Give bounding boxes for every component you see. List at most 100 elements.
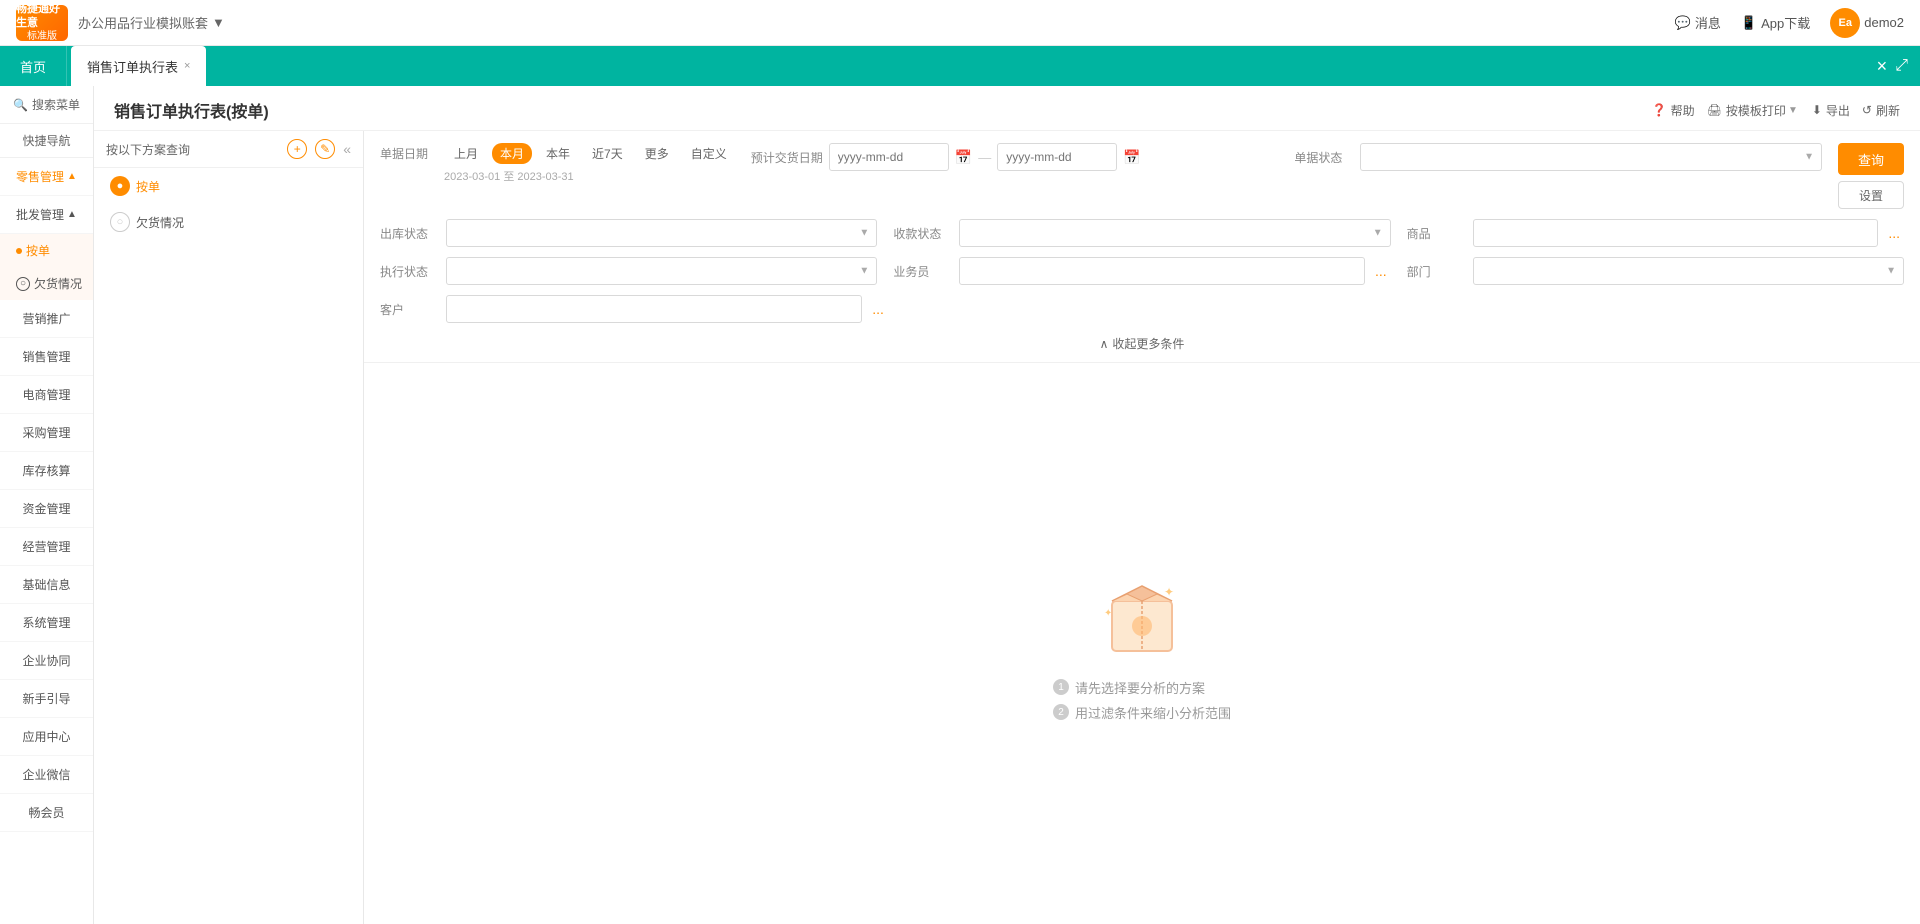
sidebar-item-purchase[interactable]: 采购管理: [0, 414, 93, 452]
tab-close-icon[interactable]: ×: [184, 60, 190, 72]
collapse-left-panel-button[interactable]: «: [343, 141, 351, 157]
active-scheme-dot: ●: [110, 176, 130, 196]
date-btn-more[interactable]: 更多: [637, 143, 677, 164]
sidebar-item-appstore[interactable]: 应用中心: [0, 718, 93, 756]
empty-hint-1: 1 请先选择要分析的方案: [1053, 678, 1231, 697]
empty-state: ✦ ✦ 1 请先选择要分析的方案 2 用过滤条件来缩小分析范围: [1053, 566, 1231, 722]
date-btn-custom[interactable]: 自定义: [683, 143, 735, 164]
user-profile[interactable]: Ea demo2: [1830, 8, 1904, 38]
sidebar: 🔍 搜索菜单 快捷导航 零售管理 ▲ 批发管理 ▲ 按单 ○ 欠货情况 营: [0, 86, 94, 924]
goods-input[interactable]: [1473, 219, 1879, 247]
sidebar-item-sales[interactable]: 销售管理: [0, 338, 93, 376]
filter-row-1: 单据日期 上月 本月 本年 近7天 更多 自定义 2023-03-01 至 20…: [380, 143, 1904, 209]
filter-row-4: 客户 ...: [380, 295, 1904, 323]
filter-row-3: 执行状态 ▼ 业务员 ... 部门: [380, 257, 1904, 285]
dept-select[interactable]: [1473, 257, 1904, 285]
refresh-button[interactable]: ↺ 刷新: [1862, 102, 1900, 119]
sidebar-quick-nav[interactable]: 快捷导航: [0, 124, 93, 158]
left-panel-header-label: 按以下方案查询: [106, 141, 190, 158]
sidebar-item-ecommerce[interactable]: 电商管理: [0, 376, 93, 414]
sidebar-item-wechat-label: 企业微信: [22, 766, 70, 783]
settings-button[interactable]: 设置: [1838, 181, 1904, 209]
tab-sales-order-label: 销售订单执行表: [87, 57, 178, 76]
expected-date-group: 预计交货日期 📅 — 📅: [751, 143, 1279, 171]
window-close-button[interactable]: ×: [1877, 56, 1888, 77]
add-scheme-button[interactable]: +: [287, 139, 307, 159]
app-logo: 畅捷通好生意 标准版: [16, 5, 68, 41]
sidebar-item-operation[interactable]: 经营管理: [0, 528, 93, 566]
status-select-wrapper: ▼: [1360, 143, 1822, 171]
left-panel-item-debt[interactable]: ○ 欠货情况: [94, 204, 363, 240]
sidebar-search[interactable]: 🔍 搜索菜单: [0, 86, 93, 124]
tab-home[interactable]: 首页: [0, 46, 67, 86]
sidebar-item-enterprise[interactable]: 企业协同: [0, 642, 93, 680]
edit-scheme-button[interactable]: ✎: [315, 139, 335, 159]
app-selector[interactable]: 办公用品行业模拟账套 ▼: [78, 13, 225, 32]
sidebar-item-basic[interactable]: 基础信息: [0, 566, 93, 604]
sidebar-sub-item-press-label: 按单: [26, 242, 50, 259]
salesman-dots-button[interactable]: ...: [1371, 263, 1391, 279]
exec-select[interactable]: [446, 257, 877, 285]
left-panel-item-press-label: 按单: [136, 178, 160, 195]
query-button[interactable]: 查询: [1838, 143, 1904, 175]
collapse-filter-button[interactable]: ∧ 收起更多条件: [380, 329, 1904, 354]
dept-select-wrapper: ▼: [1473, 257, 1904, 285]
sidebar-item-newbie[interactable]: 新手引导: [0, 680, 93, 718]
circle-icon: ○: [16, 277, 30, 291]
calendar-start-icon[interactable]: 📅: [955, 149, 972, 166]
sidebar-sub-item-press[interactable]: 按单: [0, 234, 93, 267]
left-panel-item-debt-label: 欠货情况: [136, 214, 184, 231]
sidebar-search-label: 搜索菜单: [32, 96, 80, 113]
date-range-display: 2023-03-01 至 2023-03-31: [380, 168, 735, 184]
receipt-select-wrapper: ▼: [959, 219, 1390, 247]
customer-dots-button[interactable]: ...: [868, 301, 888, 317]
print-label: 按模板打印: [1726, 102, 1786, 119]
sidebar-item-member[interactable]: 畅会员: [0, 794, 93, 832]
export-icon: ⬇: [1812, 103, 1822, 117]
print-icon: 🖨: [1707, 103, 1722, 117]
date-btn-7days[interactable]: 近7天: [584, 143, 631, 164]
svg-text:✦: ✦: [1104, 608, 1112, 619]
chevron-down-icon: ▼: [212, 15, 225, 30]
message-button[interactable]: 💬 消息: [1675, 13, 1721, 32]
date-btn-last-month[interactable]: 上月: [446, 143, 486, 164]
dept-field: 部门 ▼: [1407, 257, 1904, 285]
app-download-button[interactable]: 📱 App下载: [1741, 13, 1810, 32]
sidebar-item-inventory[interactable]: 库存核算: [0, 452, 93, 490]
receipt-select[interactable]: [959, 219, 1390, 247]
left-panel-item-press[interactable]: ● 按单: [94, 168, 363, 204]
sidebar-item-finance[interactable]: 资金管理: [0, 490, 93, 528]
tab-home-label: 首页: [20, 57, 46, 76]
avatar: Ea: [1830, 8, 1860, 38]
expected-date-start-input[interactable]: [829, 143, 949, 171]
customer-label: 客户: [380, 301, 440, 318]
print-button[interactable]: 🖨 按模板打印 ▼: [1707, 102, 1800, 119]
sidebar-item-marketing[interactable]: 营销推广: [0, 300, 93, 338]
download-icon: 📱: [1741, 15, 1757, 31]
delivery-select[interactable]: [446, 219, 877, 247]
print-main[interactable]: 🖨 按模板打印: [1707, 102, 1786, 119]
calendar-end-icon[interactable]: 📅: [1123, 149, 1140, 166]
goods-dots-button[interactable]: ...: [1884, 225, 1904, 241]
salesman-input[interactable]: [959, 257, 1365, 285]
sidebar-item-retail[interactable]: 零售管理 ▲: [0, 158, 93, 196]
sidebar-sub-item-debt[interactable]: ○ 欠货情况: [0, 267, 93, 300]
print-arrow-icon[interactable]: ▼: [1786, 105, 1800, 116]
customer-input[interactable]: [446, 295, 862, 323]
date-btn-this-year[interactable]: 本年: [538, 143, 578, 164]
export-button[interactable]: ⬇ 导出: [1812, 102, 1850, 119]
sidebar-item-wholesale[interactable]: 批发管理 ▲: [0, 196, 93, 234]
date-filter-label: 单据日期: [380, 145, 440, 162]
hint-text-2: 用过滤条件来缩小分析范围: [1075, 703, 1231, 722]
sidebar-item-system[interactable]: 系统管理: [0, 604, 93, 642]
date-btn-this-month[interactable]: 本月: [492, 143, 532, 164]
window-fullscreen-button[interactable]: ⤢: [1895, 57, 1908, 75]
user-name: demo2: [1864, 15, 1904, 30]
tab-sales-order[interactable]: 销售订单执行表 ×: [71, 46, 206, 86]
help-button[interactable]: ❓ 帮助: [1652, 102, 1695, 119]
delivery-field: 出库状态 ▼: [380, 219, 877, 247]
status-label: 单据状态: [1294, 149, 1354, 166]
sidebar-item-wechat[interactable]: 企业微信: [0, 756, 93, 794]
status-select[interactable]: [1360, 143, 1822, 171]
expected-date-end-input[interactable]: [997, 143, 1117, 171]
